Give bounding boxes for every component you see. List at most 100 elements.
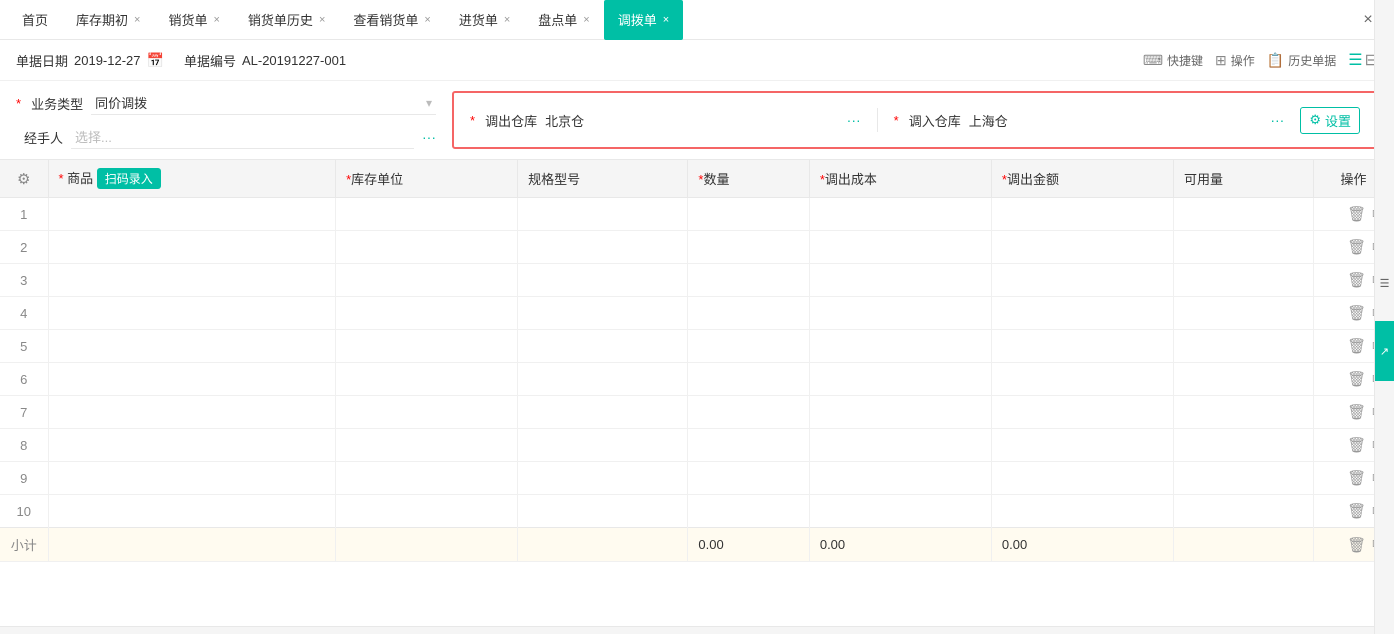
available-cell	[1174, 429, 1314, 462]
warehouse-divider	[877, 108, 878, 132]
product-cell[interactable]	[48, 264, 336, 297]
out-warehouse-more-button[interactable]: ···	[847, 112, 861, 128]
in-warehouse-more-button[interactable]: ···	[1270, 112, 1284, 128]
product-cell[interactable]	[48, 297, 336, 330]
tab-close-inventory-count[interactable]: ×	[583, 14, 589, 26]
sidebar-export-button[interactable]: ↗	[1375, 321, 1394, 381]
calendar-icon[interactable]: 📅	[147, 52, 164, 69]
product-cell[interactable]	[48, 429, 336, 462]
warehouse-settings-button[interactable]: ⚙ 设置	[1300, 107, 1360, 134]
row-number: 9	[0, 462, 48, 495]
table-container: ⚙ * 商品 扫码录入 *库存单位 规格型号 *数量 *调出	[0, 159, 1394, 626]
spec-cell	[518, 462, 688, 495]
cost-cell	[809, 396, 991, 429]
row-number: 10	[0, 495, 48, 528]
product-cell[interactable]	[48, 495, 336, 528]
qty-cell	[688, 330, 809, 363]
amount-cell	[991, 462, 1173, 495]
tab-home[interactable]: 首页	[8, 0, 62, 40]
tab-close-purchase-order[interactable]: ×	[504, 14, 510, 26]
cost-cell	[809, 264, 991, 297]
history-button[interactable]: 📋 历史单据	[1267, 52, 1336, 69]
config-row: * 业务类型 同价调拨 ▾ 经手人 选择... ··· * 调出仓库 北京仓	[0, 81, 1394, 159]
delete-icon[interactable]: 🗑	[1347, 205, 1366, 223]
amount-cell	[991, 330, 1173, 363]
product-cell[interactable]	[48, 363, 336, 396]
list-layout-button[interactable]: ☰	[1348, 50, 1362, 70]
sidebar-list-button[interactable]: ☰	[1375, 253, 1394, 313]
delete-icon[interactable]: 🗑	[1347, 403, 1366, 421]
tab-inventory-init[interactable]: 库存期初 ×	[62, 0, 154, 40]
spec-cell	[518, 396, 688, 429]
product-cell[interactable]	[48, 231, 336, 264]
delete-icon[interactable]: 🗑	[1347, 337, 1366, 355]
table-row: 2 🗑 ⧉	[0, 231, 1394, 264]
subtotal-qty: 0.00	[688, 528, 809, 562]
delete-icon[interactable]: 🗑	[1347, 536, 1366, 554]
number-value: AL-20191227-001	[242, 53, 346, 68]
in-warehouse-label: 调入仓库	[909, 111, 961, 130]
amount-cell	[991, 396, 1173, 429]
table-row: 5 🗑 ⧉	[0, 330, 1394, 363]
unit-cell	[336, 429, 518, 462]
tab-close-sales-order[interactable]: ×	[213, 14, 219, 26]
gear-icon: ⚙	[1309, 112, 1321, 128]
tab-close-transfer-order[interactable]: ×	[663, 14, 669, 26]
available-cell	[1174, 231, 1314, 264]
row-number: 8	[0, 429, 48, 462]
delete-icon[interactable]: 🗑	[1347, 436, 1366, 454]
tab-sales-order[interactable]: 销货单 ×	[154, 0, 233, 40]
horizontal-scrollbar[interactable]	[0, 626, 1394, 634]
business-type-select[interactable]: 同价调拨 ▾	[91, 91, 436, 115]
business-type-value: 同价调拨	[95, 93, 422, 112]
tab-close-sales-history[interactable]: ×	[319, 14, 325, 26]
tab-sales-history[interactable]: 销货单历史 ×	[234, 0, 339, 40]
available-cell	[1174, 330, 1314, 363]
shortcut-button[interactable]: ⌨ 快捷键	[1143, 52, 1203, 69]
cost-cell	[809, 297, 991, 330]
table-row: 3 🗑 ⧉	[0, 264, 1394, 297]
out-warehouse-label: 调出仓库	[485, 111, 537, 130]
delete-icon[interactable]: 🗑	[1347, 238, 1366, 256]
tab-purchase-order[interactable]: 进货单 ×	[445, 0, 524, 40]
tab-close-inventory-init[interactable]: ×	[134, 14, 140, 26]
delete-icon[interactable]: 🗑	[1347, 370, 1366, 388]
tab-view-sales[interactable]: 查看销货单 ×	[339, 0, 444, 40]
product-cell[interactable]	[48, 396, 336, 429]
warehouse-box: * 调出仓库 北京仓 ··· * 调入仓库 上海仓 ··· ⚙ 设置	[452, 91, 1378, 149]
operations-button[interactable]: ⊞ 操作	[1215, 52, 1255, 69]
settings-label: 设置	[1325, 111, 1351, 130]
subtotal-label: 小计	[0, 528, 48, 562]
right-sidebar: ☰ ↗	[1374, 0, 1394, 634]
table-row: 4 🗑 ⧉	[0, 297, 1394, 330]
delete-icon[interactable]: 🗑	[1347, 304, 1366, 322]
scan-button[interactable]: 扫码录入	[97, 168, 161, 189]
table-row: 6 🗑 ⧉	[0, 363, 1394, 396]
row-number: 6	[0, 363, 48, 396]
unit-cell	[336, 330, 518, 363]
table-row: 8 🗑 ⧉	[0, 429, 1394, 462]
tab-transfer-order[interactable]: 调拨单 ×	[604, 0, 683, 40]
cost-cell	[809, 330, 991, 363]
unit-column-header: *库存单位	[336, 160, 518, 198]
delete-icon[interactable]: 🗑	[1347, 271, 1366, 289]
handler-placeholder: 选择...	[75, 127, 410, 146]
product-cell[interactable]	[48, 330, 336, 363]
cost-cell	[809, 429, 991, 462]
handler-more-button[interactable]: ···	[422, 129, 436, 145]
gear-column-header[interactable]: ⚙	[0, 160, 48, 198]
delete-icon[interactable]: 🗑	[1347, 502, 1366, 520]
table-settings-icon[interactable]: ⚙	[17, 171, 30, 188]
tab-close-view-sales[interactable]: ×	[424, 14, 430, 26]
handler-select[interactable]: 选择...	[71, 125, 414, 149]
available-cell	[1174, 495, 1314, 528]
out-warehouse-value: 北京仓	[545, 111, 839, 130]
business-type-row: * 业务类型 同价调拨 ▾	[16, 91, 436, 115]
number-label: 单据编号	[184, 51, 236, 70]
product-cell[interactable]	[48, 462, 336, 495]
tab-inventory-count[interactable]: 盘点单 ×	[524, 0, 603, 40]
product-cell[interactable]	[48, 198, 336, 231]
delete-icon[interactable]: 🗑	[1347, 469, 1366, 487]
qty-cell	[688, 264, 809, 297]
row-number: 3	[0, 264, 48, 297]
